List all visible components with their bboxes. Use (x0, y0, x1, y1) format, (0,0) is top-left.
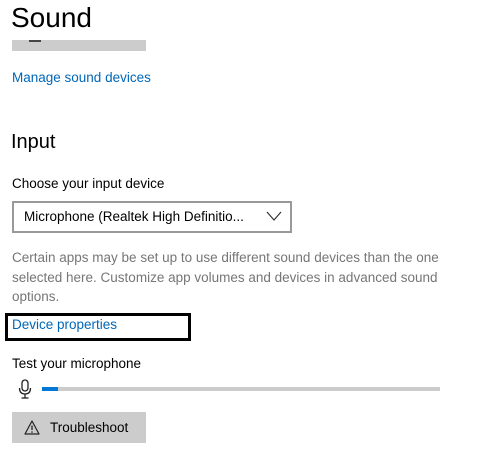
page-title: Sound (11, 2, 92, 33)
input-section-title: Input (11, 131, 56, 153)
selected-input-device: Microphone (Realtek High Definitio... (24, 209, 244, 224)
warning-icon (24, 420, 40, 435)
troubleshoot-button[interactable]: Troubleshoot (12, 412, 146, 443)
microphone-level-meter (42, 387, 440, 391)
device-properties-link[interactable]: Device properties (12, 316, 117, 334)
test-microphone-label: Test your microphone (12, 356, 142, 371)
microphone-level-fill (42, 387, 58, 391)
manage-sound-devices-link[interactable]: Manage sound devices (12, 69, 151, 87)
output-volume-slider[interactable] (12, 40, 146, 51)
input-device-description: Certain apps may be set up to use differ… (12, 250, 439, 304)
microphone-icon (18, 379, 32, 399)
troubleshoot-label: Troubleshoot (50, 420, 129, 435)
chevron-down-icon (266, 211, 282, 221)
choose-input-device-label: Choose your input device (12, 176, 165, 191)
slider-thumb[interactable] (29, 40, 41, 42)
input-device-select[interactable]: Microphone (Realtek High Definitio... (12, 201, 292, 233)
